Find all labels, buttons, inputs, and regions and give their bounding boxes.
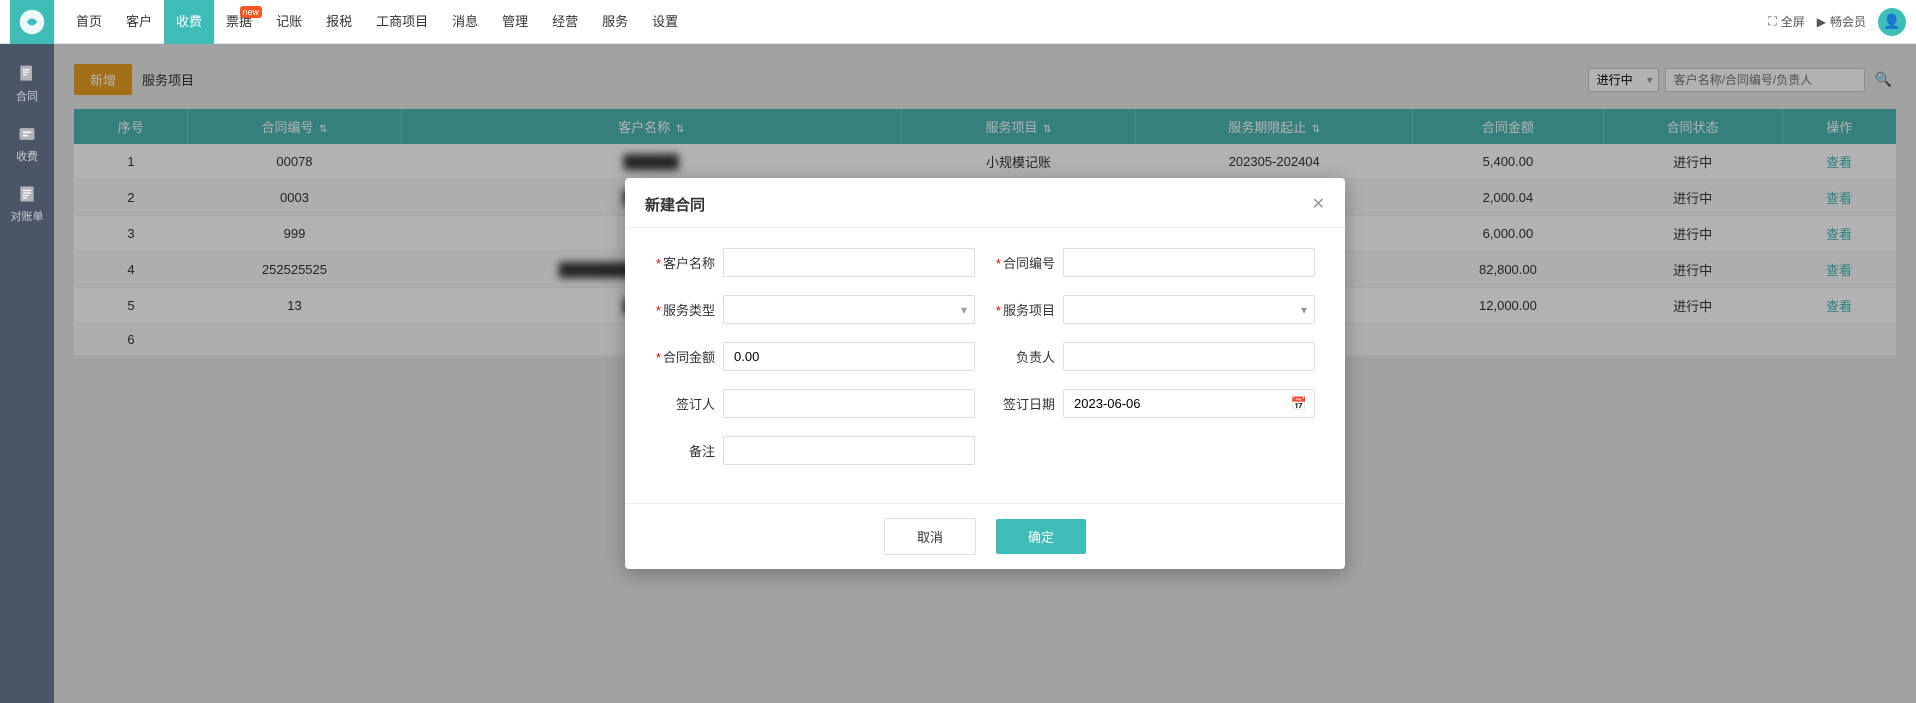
required-star-2: * (996, 256, 1001, 271)
form-row-5: 备注 (655, 436, 1315, 465)
person-in-charge-label: 负责人 (995, 347, 1055, 366)
contract-icon (17, 64, 37, 84)
nav-customer[interactable]: 客户 (114, 0, 164, 44)
statement-icon (17, 184, 37, 204)
form-row-2: *服务类型 *服务项目 (655, 295, 1315, 324)
nav-bookkeeping[interactable]: 记账 (264, 0, 314, 44)
field-service-type: *服务类型 (655, 295, 975, 324)
nav-home[interactable]: 首页 (64, 0, 114, 44)
field-contract-amount: *合同金额 (655, 342, 975, 371)
nav-tax[interactable]: 报税 (314, 0, 364, 44)
calendar-icon[interactable]: 📅 (1291, 396, 1307, 412)
service-item-select[interactable] (1063, 295, 1315, 324)
service-type-label: *服务类型 (655, 300, 715, 319)
nav-business[interactable]: 工商项目 (364, 0, 440, 44)
field-service-item: *服务项目 (995, 295, 1315, 324)
service-item-label: *服务项目 (995, 300, 1055, 319)
nav-billing[interactable]: 收费 (164, 0, 214, 44)
nav-settings[interactable]: 设置 (640, 0, 690, 44)
modal-footer: 取消 确定 (625, 503, 1345, 569)
modal-overlay[interactable]: 新建合同 ✕ *客户名称 *合同编号 (54, 44, 1916, 703)
nav-right: ⛶ 全屏 ▶ 畅会员 👤 (1768, 8, 1906, 36)
sidebar-item-billing[interactable]: 收费 (0, 114, 54, 174)
fullscreen-button[interactable]: ⛶ 全屏 (1768, 13, 1804, 30)
top-nav: 首页 客户 收费 票据 new 记账 报税 工商项目 消息 管理 经营 服务 设… (0, 0, 1916, 44)
confirm-button[interactable]: 确定 (996, 519, 1086, 554)
form-row-4: 签订人 签订日期 📅 (655, 389, 1315, 418)
sidebar-item-statement[interactable]: 对账单 (0, 174, 54, 234)
modal-title: 新建合同 (645, 194, 705, 215)
sidebar: 合同 收费 对账单 (0, 44, 54, 703)
modal-header: 新建合同 ✕ (625, 178, 1345, 228)
avatar-icon: 👤 (1883, 13, 1900, 30)
remark-label: 备注 (655, 441, 715, 460)
field-signer: 签订人 (655, 389, 975, 418)
nav-message[interactable]: 消息 (440, 0, 490, 44)
modal-body: *客户名称 *合同编号 *服务类型 (625, 228, 1345, 503)
new-contract-modal: 新建合同 ✕ *客户名称 *合同编号 (625, 178, 1345, 569)
app-logo[interactable] (10, 0, 54, 44)
play-icon: ▶ (1817, 15, 1826, 29)
cancel-button[interactable]: 取消 (884, 518, 976, 555)
nav-operation[interactable]: 经营 (540, 0, 590, 44)
close-icon: ✕ (1312, 196, 1325, 213)
field-person-in-charge: 负责人 (995, 342, 1315, 371)
service-type-select[interactable] (723, 295, 975, 324)
sidebar-item-contract[interactable]: 合同 (0, 54, 54, 114)
new-badge: new (240, 6, 263, 19)
field-contract-no: *合同编号 (995, 248, 1315, 277)
sign-date-wrap: 📅 (1063, 389, 1315, 418)
signer-label: 签订人 (655, 394, 715, 413)
sign-date-label: 签订日期 (995, 394, 1055, 413)
contract-no-label: *合同编号 (995, 253, 1055, 272)
person-in-charge-input[interactable] (1063, 342, 1315, 371)
customer-name-input[interactable] (723, 248, 975, 277)
field-sign-date: 签订日期 📅 (995, 389, 1315, 418)
nav-items: 首页 客户 收费 票据 new 记账 报税 工商项目 消息 管理 经营 服务 设… (64, 0, 1768, 44)
form-row-3: *合同金额 负责人 (655, 342, 1315, 371)
fullscreen-icon: ⛶ (1768, 14, 1776, 29)
customer-name-label: *客户名称 (655, 253, 715, 272)
contract-no-input[interactable] (1063, 248, 1315, 277)
avatar[interactable]: 👤 (1878, 8, 1906, 36)
field-customer-name: *客户名称 (655, 248, 975, 277)
nav-service[interactable]: 服务 (590, 0, 640, 44)
required-star-3: * (656, 303, 661, 318)
required-star-4: * (996, 303, 1001, 318)
field-remark: 备注 (655, 436, 975, 465)
nav-invoice[interactable]: 票据 new (214, 0, 264, 44)
required-star: * (656, 256, 661, 271)
nav-management[interactable]: 管理 (490, 0, 540, 44)
billing-icon (17, 124, 37, 144)
service-item-select-wrap (1063, 295, 1315, 324)
signer-input[interactable] (723, 389, 975, 418)
modal-close-button[interactable]: ✕ (1312, 197, 1325, 213)
required-star-5: * (656, 350, 661, 365)
contract-amount-label: *合同金额 (655, 347, 715, 366)
sign-date-input[interactable] (1063, 389, 1315, 418)
service-type-select-wrap (723, 295, 975, 324)
form-row-1: *客户名称 *合同编号 (655, 248, 1315, 277)
remark-input[interactable] (723, 436, 975, 465)
contract-amount-input[interactable] (723, 342, 975, 371)
member-button[interactable]: ▶ 畅会员 (1817, 13, 1866, 30)
